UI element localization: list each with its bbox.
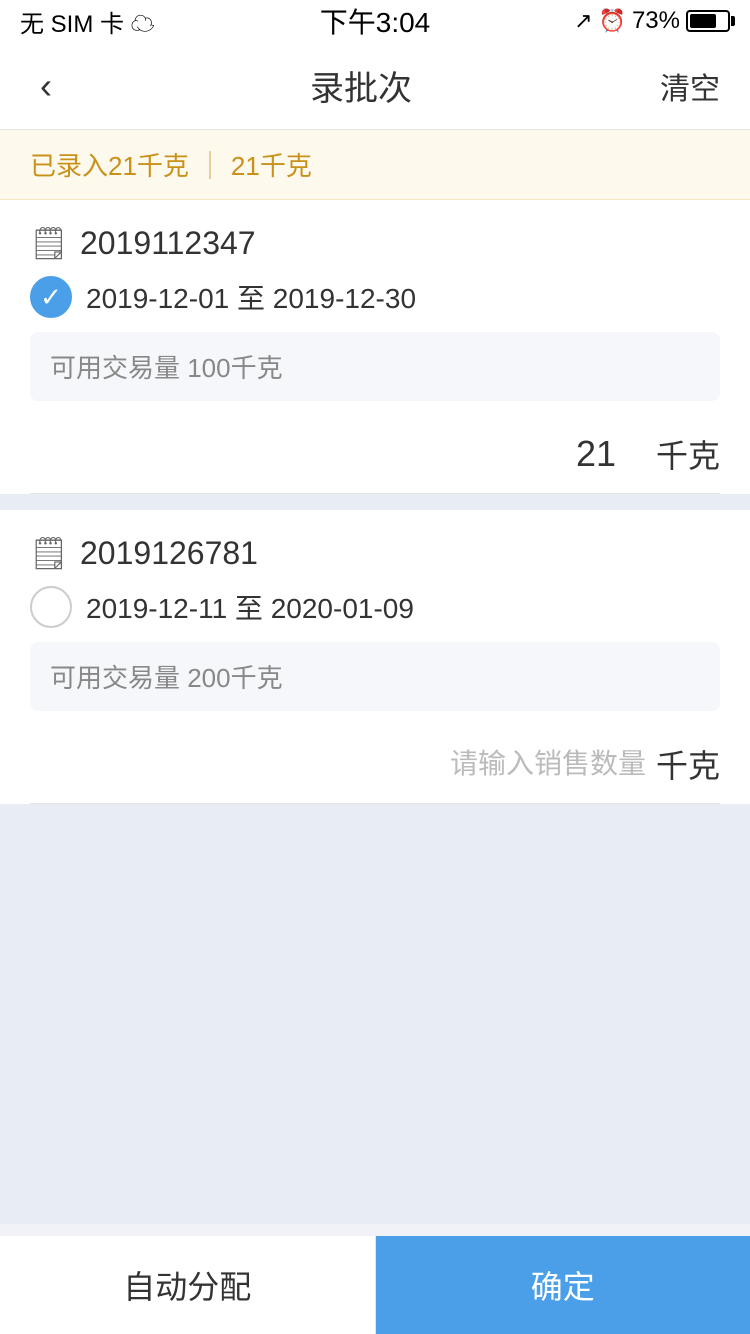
batch-2-availability: 可用交易量 200千克 [30,642,720,711]
batch-2-unit: 千克 [656,741,720,787]
status-time: 下午3:04 [320,1,431,41]
status-bar: 无 SIM 卡 ☁ 下午3:04 ↗ ⏰ 73% [0,0,750,42]
batch-1-row: 2019-12-01 至 2019-12-30 [30,276,720,318]
recorded-label: 已录入21千克 [30,146,189,183]
nav-title: 录批次 [310,61,412,110]
nav-bar: ‹ 录批次 清空 [0,42,750,130]
battery-icon [686,10,730,32]
quantity-input[interactable] [346,748,646,780]
batch-1-quantity-row: 21 千克 [0,415,750,493]
status-left: 无 SIM 卡 ☁ [20,4,155,39]
alarm-icon: ⏰ [599,8,626,34]
bottom-buttons: 自动分配 确定 [0,1236,750,1334]
batch-2-radio[interactable] [30,586,72,628]
batch-2-section: 🗒 2019126781 2019-12-11 至 2020-01-09 可用交… [0,510,750,804]
info-divider [209,151,211,179]
batch-1-item: 🗒 2019112347 2019-12-01 至 2019-12-30 可用交… [0,200,750,401]
batch-1-availability: 可用交易量 100千克 [30,332,720,401]
batch-2-input-row: 千克 [0,725,750,803]
confirm-button[interactable]: 确定 [376,1236,750,1334]
batch-1-radio[interactable] [30,276,72,318]
section-divider [0,494,750,510]
batch-2-row: 2019-12-11 至 2020-01-09 [30,586,720,628]
back-button[interactable]: ‹ [30,55,62,117]
batch-1-quantity-value: 21 [576,433,616,475]
auto-distribute-button[interactable]: 自动分配 [0,1236,376,1334]
batch-2-date: 2019-12-11 至 2020-01-09 [86,587,414,627]
batch-2-id: 2019126781 [80,535,258,572]
battery-percent: 73% [632,7,680,35]
batch-2-icon: 🗒 [30,534,68,572]
clear-button[interactable]: 清空 [660,64,720,108]
recorded-value: 21千克 [231,146,312,183]
info-banner: 已录入21千克 21千克 [0,130,750,200]
bottom-area [0,804,750,1224]
batch-1-icon: 🗒 [30,224,68,262]
batch-1-header: 🗒 2019112347 [30,224,720,262]
batch-2-header: 🗒 2019126781 [30,534,720,572]
location-icon: ↗ [574,8,592,34]
batch-1-date: 2019-12-01 至 2019-12-30 [86,277,416,317]
status-right: ↗ ⏰ 73% [574,7,730,35]
batch-1-id: 2019112347 [80,225,256,262]
sim-status: 无 SIM 卡 ☁ [20,4,155,39]
batch-1-unit: 千克 [656,431,720,477]
batch-2-item: 🗒 2019126781 2019-12-11 至 2020-01-09 可用交… [0,510,750,711]
batch-1-section: 🗒 2019112347 2019-12-01 至 2019-12-30 可用交… [0,200,750,494]
battery-fill [690,14,716,28]
